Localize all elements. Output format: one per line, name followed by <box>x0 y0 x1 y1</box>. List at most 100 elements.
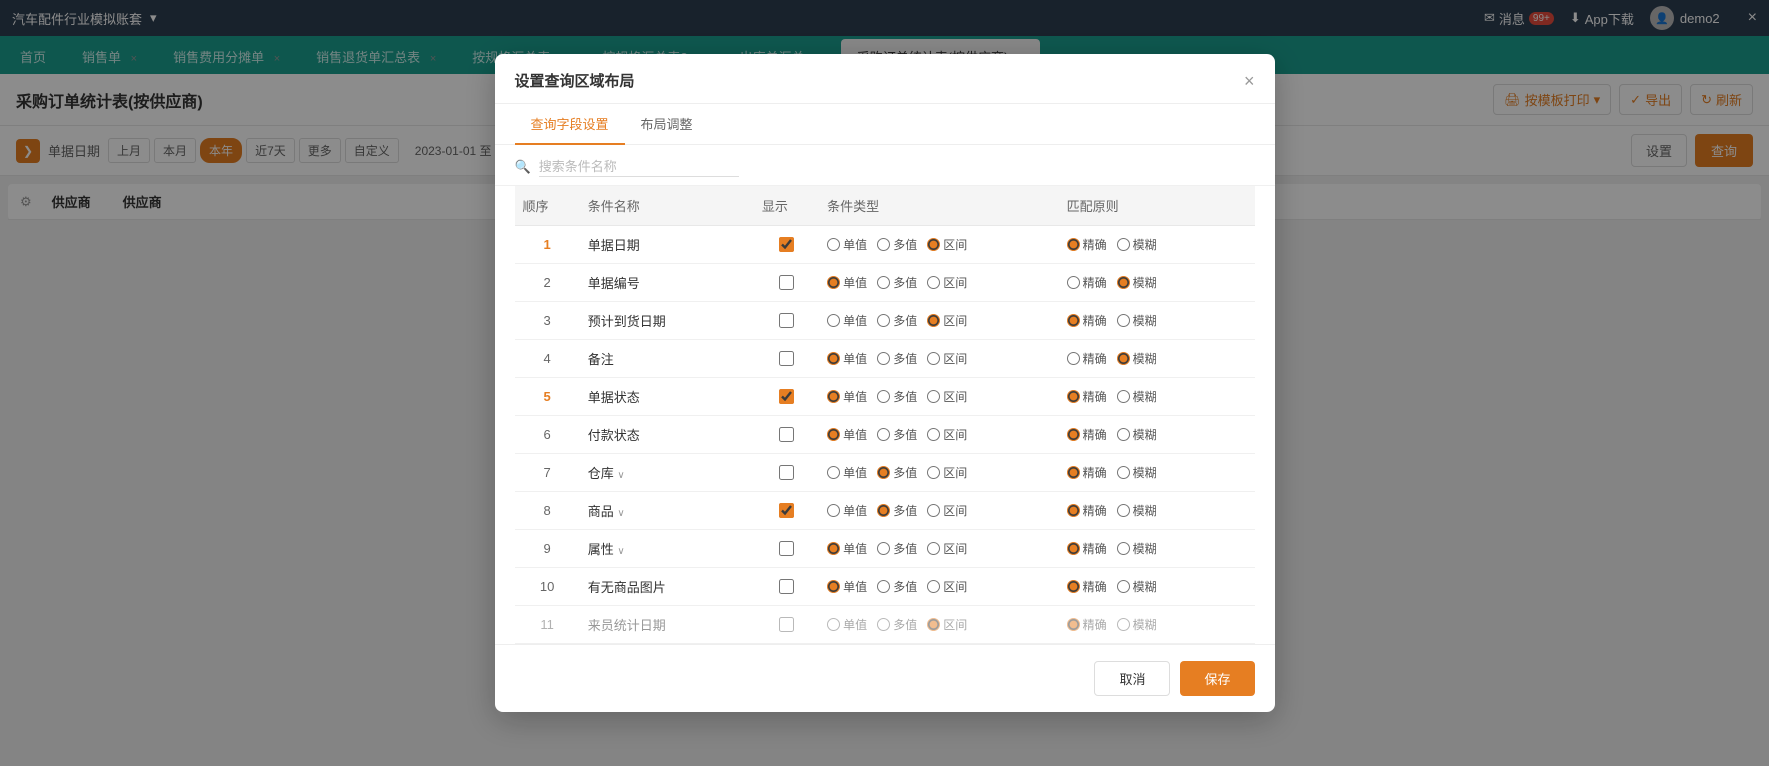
type-option-单值-1[interactable]: 单值 <box>827 274 867 291</box>
row-display-6 <box>754 454 819 492</box>
dialog-search-area: 🔍 <box>495 145 1275 186</box>
search-input[interactable] <box>539 157 739 177</box>
display-checkbox-0[interactable] <box>779 237 794 252</box>
type-option-多值-5[interactable]: 多值 <box>877 426 917 443</box>
match-option-精确-9[interactable]: 精确 <box>1067 578 1107 595</box>
col-header-name: 条件名称 <box>580 186 754 226</box>
type-option-单值-3[interactable]: 单值 <box>827 350 867 367</box>
match-option-模糊-0[interactable]: 模糊 <box>1117 236 1157 253</box>
save-button[interactable]: 保存 <box>1180 661 1254 696</box>
match-option-精确-6[interactable]: 精确 <box>1067 464 1107 481</box>
dialog-tab-layout[interactable]: 布局调整 <box>625 104 709 145</box>
match-option-精确-8[interactable]: 精确 <box>1067 540 1107 557</box>
type-option-多值-10[interactable]: 多值 <box>877 616 917 633</box>
type-option-多值-0[interactable]: 多值 <box>877 236 917 253</box>
display-checkbox-8[interactable] <box>779 541 794 556</box>
type-option-区间-2[interactable]: 区间 <box>927 312 967 329</box>
type-option-区间-8[interactable]: 区间 <box>927 540 967 557</box>
type-option-区间-4[interactable]: 区间 <box>927 388 967 405</box>
match-option-模糊-9[interactable]: 模糊 <box>1117 578 1157 595</box>
type-option-区间-6[interactable]: 区间 <box>927 464 967 481</box>
match-option-精确-3[interactable]: 精确 <box>1067 350 1107 367</box>
match-option-模糊-5[interactable]: 模糊 <box>1117 426 1157 443</box>
row-display-7 <box>754 492 819 530</box>
display-checkbox-4[interactable] <box>779 389 794 404</box>
match-option-精确-5[interactable]: 精确 <box>1067 426 1107 443</box>
dialog-body: 顺序 条件名称 显示 条件类型 匹配原则 1单据日期单值多值区间精确模糊2单据编… <box>495 186 1275 644</box>
row-display-5 <box>754 416 819 454</box>
cancel-button[interactable]: 取消 <box>1094 661 1170 696</box>
match-option-精确-0[interactable]: 精确 <box>1067 236 1107 253</box>
match-option-精确-7[interactable]: 精确 <box>1067 502 1107 519</box>
type-option-区间-9[interactable]: 区间 <box>927 578 967 595</box>
display-checkbox-9[interactable] <box>779 579 794 594</box>
table-row: 2单据编号单值多值区间精确模糊 <box>515 264 1255 302</box>
display-checkbox-2[interactable] <box>779 313 794 328</box>
table-row: 9属性 ∨单值多值区间精确模糊 <box>515 530 1255 568</box>
display-checkbox-7[interactable] <box>779 503 794 518</box>
row-match-5: 精确模糊 <box>1059 416 1255 454</box>
dialog-tab-query-label: 查询字段设置 <box>531 117 609 132</box>
type-option-单值-5[interactable]: 单值 <box>827 426 867 443</box>
type-option-多值-1[interactable]: 多值 <box>877 274 917 291</box>
match-option-模糊-6[interactable]: 模糊 <box>1117 464 1157 481</box>
display-checkbox-1[interactable] <box>779 275 794 290</box>
display-checkbox-6[interactable] <box>779 465 794 480</box>
display-checkbox-3[interactable] <box>779 351 794 366</box>
row-order-3: 4 <box>515 340 580 378</box>
type-option-单值-8[interactable]: 单值 <box>827 540 867 557</box>
type-option-区间-7[interactable]: 区间 <box>927 502 967 519</box>
dialog-overlay: 设置查询区域布局 × 查询字段设置 布局调整 🔍 顺序 条件名称 <box>0 0 1769 766</box>
row-name-3: 备注 <box>580 340 754 378</box>
match-option-精确-4[interactable]: 精确 <box>1067 388 1107 405</box>
type-option-单值-0[interactable]: 单值 <box>827 236 867 253</box>
match-option-模糊-2[interactable]: 模糊 <box>1117 312 1157 329</box>
row-order-0: 1 <box>515 226 580 264</box>
row-match-1: 精确模糊 <box>1059 264 1255 302</box>
row-match-9: 精确模糊 <box>1059 568 1255 606</box>
col-header-match: 匹配原则 <box>1059 186 1255 226</box>
row-display-9 <box>754 568 819 606</box>
type-option-多值-7[interactable]: 多值 <box>877 502 917 519</box>
type-option-区间-3[interactable]: 区间 <box>927 350 967 367</box>
match-option-模糊-7[interactable]: 模糊 <box>1117 502 1157 519</box>
row-order-6: 7 <box>515 454 580 492</box>
match-option-精确-1[interactable]: 精确 <box>1067 274 1107 291</box>
row-display-3 <box>754 340 819 378</box>
match-option-模糊-3[interactable]: 模糊 <box>1117 350 1157 367</box>
match-option-精确-2[interactable]: 精确 <box>1067 312 1107 329</box>
type-option-单值-7[interactable]: 单值 <box>827 502 867 519</box>
match-option-模糊-8[interactable]: 模糊 <box>1117 540 1157 557</box>
dialog-close-button[interactable]: × <box>1244 72 1255 90</box>
table-row: 3预计到货日期单值多值区间精确模糊 <box>515 302 1255 340</box>
type-option-多值-9[interactable]: 多值 <box>877 578 917 595</box>
type-option-多值-6[interactable]: 多值 <box>877 464 917 481</box>
type-option-多值-3[interactable]: 多值 <box>877 350 917 367</box>
dialog-tab-query-fields[interactable]: 查询字段设置 <box>515 104 625 145</box>
match-option-模糊-10[interactable]: 模糊 <box>1117 616 1157 633</box>
type-option-区间-10[interactable]: 区间 <box>927 616 967 633</box>
match-option-精确-10[interactable]: 精确 <box>1067 616 1107 633</box>
type-option-单值-6[interactable]: 单值 <box>827 464 867 481</box>
type-option-多值-2[interactable]: 多值 <box>877 312 917 329</box>
type-option-单值-4[interactable]: 单值 <box>827 388 867 405</box>
type-option-多值-4[interactable]: 多值 <box>877 388 917 405</box>
display-checkbox-10[interactable] <box>779 617 794 632</box>
match-option-模糊-1[interactable]: 模糊 <box>1117 274 1157 291</box>
display-checkbox-5[interactable] <box>779 427 794 442</box>
type-option-区间-5[interactable]: 区间 <box>927 426 967 443</box>
type-option-单值-9[interactable]: 单值 <box>827 578 867 595</box>
table-row: 10有无商品图片单值多值区间精确模糊 <box>515 568 1255 606</box>
row-type-1: 单值多值区间 <box>819 264 1058 302</box>
type-option-单值-2[interactable]: 单值 <box>827 312 867 329</box>
row-display-2 <box>754 302 819 340</box>
config-table: 顺序 条件名称 显示 条件类型 匹配原则 1单据日期单值多值区间精确模糊2单据编… <box>515 186 1255 644</box>
match-option-模糊-4[interactable]: 模糊 <box>1117 388 1157 405</box>
row-name-7: 商品 ∨ <box>580 492 754 530</box>
table-row: 5单据状态单值多值区间精确模糊 <box>515 378 1255 416</box>
type-option-多值-8[interactable]: 多值 <box>877 540 917 557</box>
type-option-区间-0[interactable]: 区间 <box>927 236 967 253</box>
type-option-区间-1[interactable]: 区间 <box>927 274 967 291</box>
row-display-0 <box>754 226 819 264</box>
type-option-单值-10[interactable]: 单值 <box>827 616 867 633</box>
